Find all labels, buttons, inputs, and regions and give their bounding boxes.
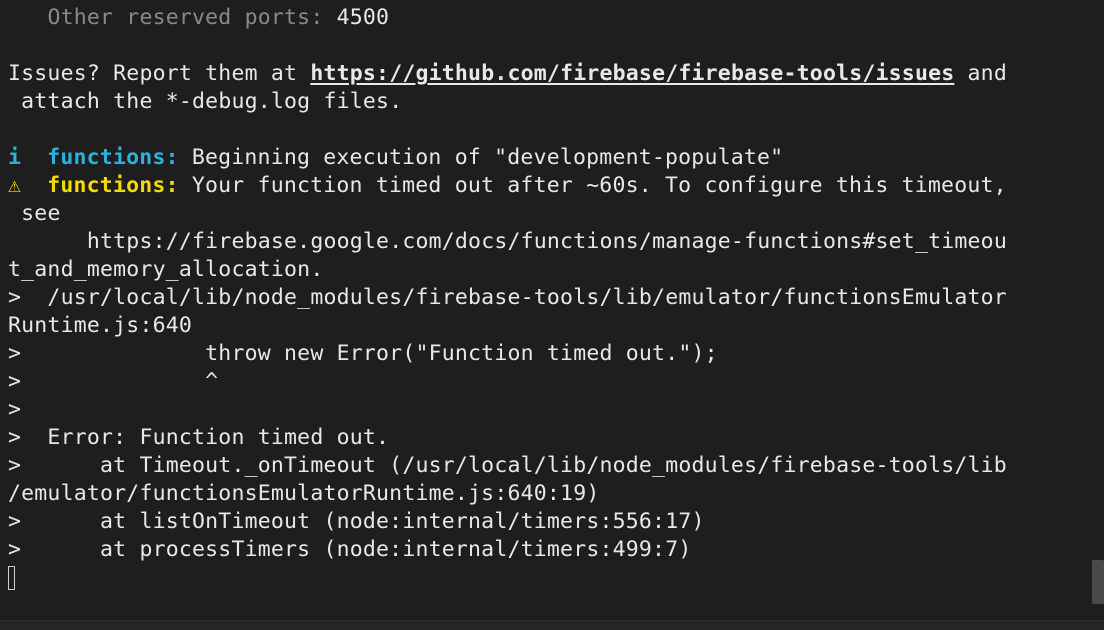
scrollbar-thumb[interactable] bbox=[1092, 560, 1104, 604]
issues-text: Issues? Report them at bbox=[8, 61, 310, 86]
functions-label-warn: functions: bbox=[47, 173, 178, 198]
stack-trace-throw: > throw new Error("Function timed out.")… bbox=[8, 341, 718, 366]
stack-trace-at2: > at listOnTimeout (node:internal/timers… bbox=[8, 509, 705, 534]
panel-footer bbox=[0, 620, 1104, 630]
warning-icon: ⚠ bbox=[8, 172, 21, 200]
terminal-cursor bbox=[8, 566, 15, 590]
stack-trace-at3: > at processTimers (node:internal/timers… bbox=[8, 537, 692, 562]
begin-exec-text: Beginning execution of "development-popu… bbox=[179, 145, 784, 170]
timeout-warn-line2: see bbox=[8, 201, 61, 226]
timeout-docs-url: https://firebase.google.com/docs/functio… bbox=[8, 229, 1007, 282]
stack-trace-caret: > ^ bbox=[8, 369, 218, 394]
stack-trace-path: > /usr/local/lib/node_modules/firebase-t… bbox=[8, 285, 1007, 338]
stack-trace-error: > Error: Function timed out. bbox=[8, 425, 389, 450]
stack-trace-at1: > at Timeout._onTimeout (/usr/local/lib/… bbox=[8, 453, 1007, 506]
reserved-ports-label: Other reserved ports: bbox=[8, 5, 337, 30]
terminal-output[interactable]: Other reserved ports: 4500 Issues? Repor… bbox=[0, 0, 1104, 620]
stack-trace-blank: > bbox=[8, 397, 21, 422]
issues-suffix: and bbox=[954, 61, 1007, 86]
reserved-ports-value: 4500 bbox=[337, 5, 390, 30]
functions-label: functions: bbox=[47, 145, 178, 170]
issues-line2: attach the *-debug.log files. bbox=[8, 89, 402, 114]
info-icon: i bbox=[8, 144, 21, 172]
timeout-warn-text: Your function timed out after ~60s. To c… bbox=[179, 173, 1007, 198]
issues-link[interactable]: https://github.com/firebase/firebase-too… bbox=[310, 61, 954, 86]
